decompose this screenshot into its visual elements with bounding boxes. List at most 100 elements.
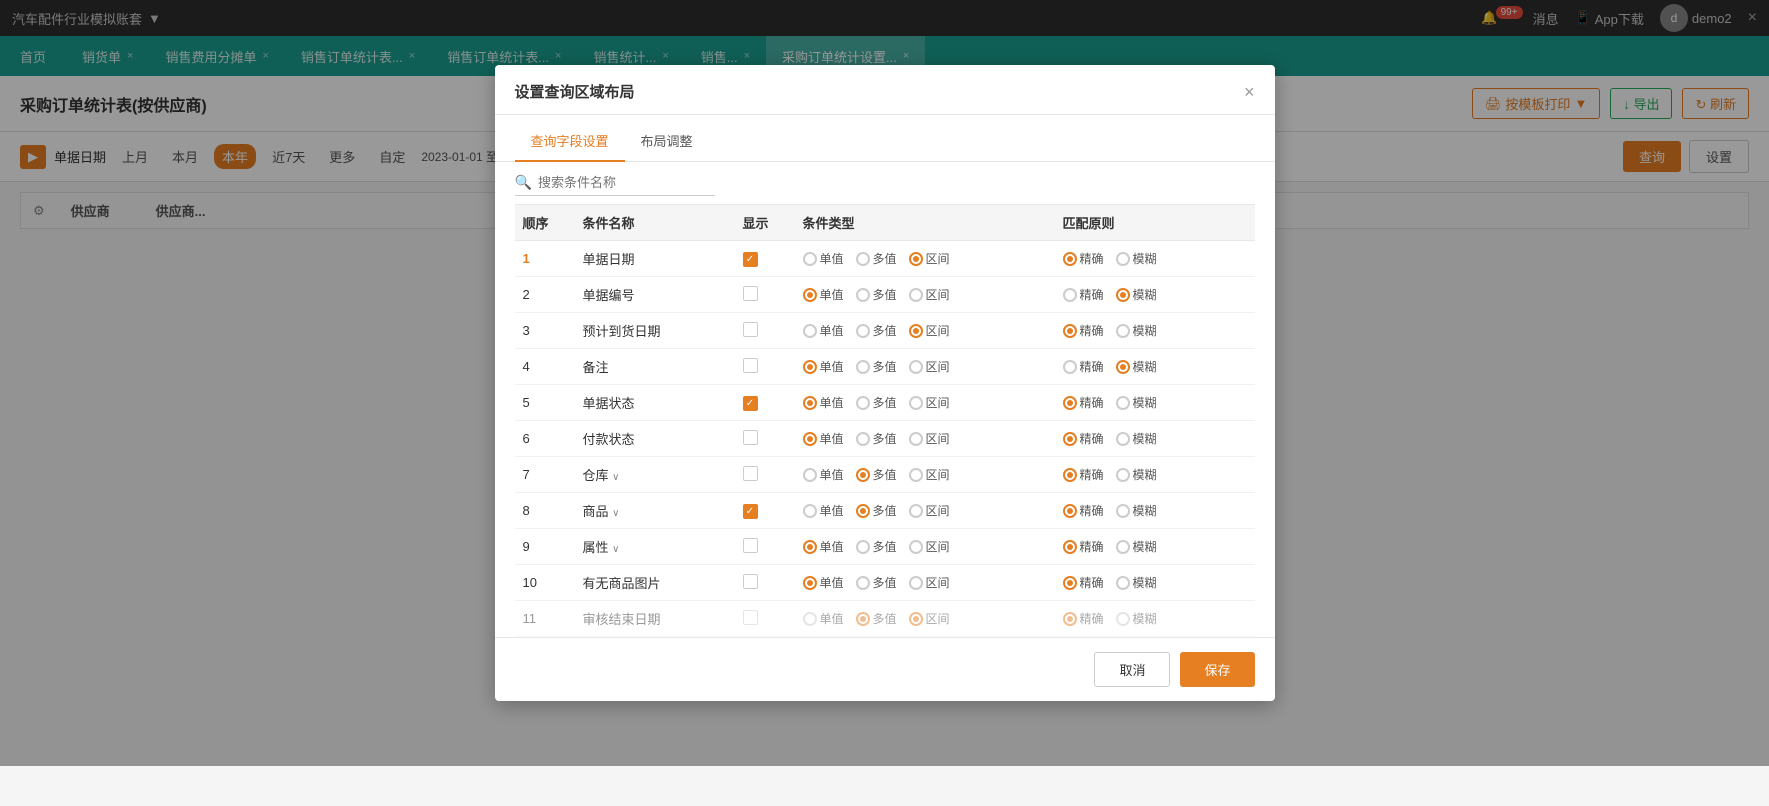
radio-exact[interactable]: 精确 xyxy=(1063,574,1104,591)
radio-circle-exact xyxy=(1063,468,1077,482)
dialog-close-btn[interactable]: × xyxy=(1244,83,1255,101)
radio-exact[interactable]: 精确 xyxy=(1063,394,1104,411)
radio-fuzzy[interactable]: 模糊 xyxy=(1116,250,1157,267)
display-checkbox[interactable] xyxy=(743,574,758,589)
radio-multi[interactable]: 多值 xyxy=(856,538,897,555)
radio-fuzzy[interactable]: 模糊 xyxy=(1116,466,1157,483)
radio-single[interactable]: 单值 xyxy=(803,610,844,627)
radio-exact[interactable]: 精确 xyxy=(1063,538,1104,555)
cancel-btn[interactable]: 取消 xyxy=(1094,652,1170,687)
radio-exact[interactable]: 精确 xyxy=(1063,358,1104,375)
radio-range[interactable]: 区间 xyxy=(909,610,950,627)
radio-single[interactable]: 单值 xyxy=(803,394,844,411)
display-checkbox[interactable] xyxy=(743,538,758,553)
radio-exact[interactable]: 精确 xyxy=(1063,466,1104,483)
radio-circle-fuzzy xyxy=(1116,396,1130,410)
radio-range[interactable]: 区间 xyxy=(909,502,950,519)
radio-multi[interactable]: 多值 xyxy=(856,322,897,339)
radio-fuzzy[interactable]: 模糊 xyxy=(1116,286,1157,303)
row-condition-type: 单值 多值 区间 xyxy=(795,502,1055,519)
row-display[interactable] xyxy=(735,574,795,592)
radio-multi[interactable]: 多值 xyxy=(856,574,897,591)
radio-multi[interactable]: 多值 xyxy=(856,358,897,375)
radio-multi[interactable]: 多值 xyxy=(856,286,897,303)
radio-range[interactable]: 区间 xyxy=(909,286,950,303)
radio-range[interactable]: 区间 xyxy=(909,466,950,483)
row-display[interactable]: ✓ xyxy=(735,394,795,411)
radio-exact[interactable]: 精确 xyxy=(1063,610,1104,627)
radio-fuzzy[interactable]: 模糊 xyxy=(1116,610,1157,627)
row-match: 精确 模糊 xyxy=(1055,322,1255,339)
radio-multi[interactable]: 多值 xyxy=(856,250,897,267)
row-order: 8 xyxy=(515,503,575,518)
radio-single[interactable]: 单值 xyxy=(803,502,844,519)
row-display[interactable] xyxy=(735,358,795,376)
row-display[interactable]: ✓ xyxy=(735,250,795,267)
radio-single[interactable]: 单值 xyxy=(803,322,844,339)
col-condition-type: 条件类型 xyxy=(795,213,1055,232)
row-display[interactable] xyxy=(735,286,795,304)
dialog-tab-layout[interactable]: 布局调整 xyxy=(625,125,709,162)
row-display[interactable] xyxy=(735,430,795,448)
radio-circle-exact xyxy=(1063,396,1077,410)
display-checkbox[interactable]: ✓ xyxy=(743,252,758,267)
radio-single[interactable]: 单值 xyxy=(803,430,844,447)
radio-multi[interactable]: 多值 xyxy=(856,466,897,483)
row-order: 4 xyxy=(515,359,575,374)
radio-fuzzy[interactable]: 模糊 xyxy=(1116,502,1157,519)
radio-single[interactable]: 单值 xyxy=(803,358,844,375)
radio-fuzzy[interactable]: 模糊 xyxy=(1116,538,1157,555)
radio-exact[interactable]: 精确 xyxy=(1063,502,1104,519)
radio-multi[interactable]: 多值 xyxy=(856,502,897,519)
dialog-tab-query-fields[interactable]: 查询字段设置 xyxy=(515,125,625,162)
display-checkbox[interactable]: ✓ xyxy=(743,504,758,519)
display-checkbox[interactable] xyxy=(743,466,758,481)
condition-type-group: 单值 多值 区间 xyxy=(803,610,1047,627)
radio-range[interactable]: 区间 xyxy=(909,394,950,411)
radio-exact[interactable]: 精确 xyxy=(1063,250,1104,267)
radio-multi[interactable]: 多值 xyxy=(856,394,897,411)
radio-fuzzy[interactable]: 模糊 xyxy=(1116,358,1157,375)
row-match: 精确 模糊 xyxy=(1055,610,1255,627)
display-checkbox[interactable] xyxy=(743,610,758,625)
radio-range[interactable]: 区间 xyxy=(909,358,950,375)
row-condition-type: 单值 多值 区间 xyxy=(795,610,1055,627)
radio-multi[interactable]: 多值 xyxy=(856,610,897,627)
radio-circle-single xyxy=(803,360,817,374)
radio-range[interactable]: 区间 xyxy=(909,538,950,555)
search-input[interactable] xyxy=(538,175,698,190)
radio-range[interactable]: 区间 xyxy=(909,250,950,267)
radio-single[interactable]: 单值 xyxy=(803,286,844,303)
radio-single[interactable]: 单值 xyxy=(803,538,844,555)
radio-exact[interactable]: 精确 xyxy=(1063,322,1104,339)
radio-single[interactable]: 单值 xyxy=(803,250,844,267)
dialog-footer: 取消 保存 xyxy=(495,637,1275,701)
radio-fuzzy[interactable]: 模糊 xyxy=(1116,574,1157,591)
radio-circle-range xyxy=(909,432,923,446)
radio-circle-single xyxy=(803,612,817,626)
row-display[interactable] xyxy=(735,610,795,628)
radio-fuzzy[interactable]: 模糊 xyxy=(1116,394,1157,411)
display-checkbox[interactable] xyxy=(743,286,758,301)
radio-fuzzy[interactable]: 模糊 xyxy=(1116,430,1157,447)
save-btn[interactable]: 保存 xyxy=(1180,652,1254,687)
row-display[interactable] xyxy=(735,322,795,340)
row-name: 有无商品图片 xyxy=(575,573,735,592)
radio-exact[interactable]: 精确 xyxy=(1063,430,1104,447)
radio-exact[interactable]: 精确 xyxy=(1063,286,1104,303)
radio-single[interactable]: 单值 xyxy=(803,466,844,483)
row-display[interactable]: ✓ xyxy=(735,502,795,519)
radio-single[interactable]: 单值 xyxy=(803,574,844,591)
radio-range[interactable]: 区间 xyxy=(909,322,950,339)
display-checkbox[interactable] xyxy=(743,430,758,445)
radio-range[interactable]: 区间 xyxy=(909,574,950,591)
row-display[interactable] xyxy=(735,466,795,484)
table-header-row: 顺序 条件名称 显示 条件类型 匹配原则 xyxy=(515,204,1255,241)
radio-range[interactable]: 区间 xyxy=(909,430,950,447)
radio-fuzzy[interactable]: 模糊 xyxy=(1116,322,1157,339)
display-checkbox[interactable] xyxy=(743,358,758,373)
display-checkbox[interactable] xyxy=(743,322,758,337)
row-display[interactable] xyxy=(735,538,795,556)
display-checkbox[interactable]: ✓ xyxy=(743,396,758,411)
radio-multi[interactable]: 多值 xyxy=(856,430,897,447)
